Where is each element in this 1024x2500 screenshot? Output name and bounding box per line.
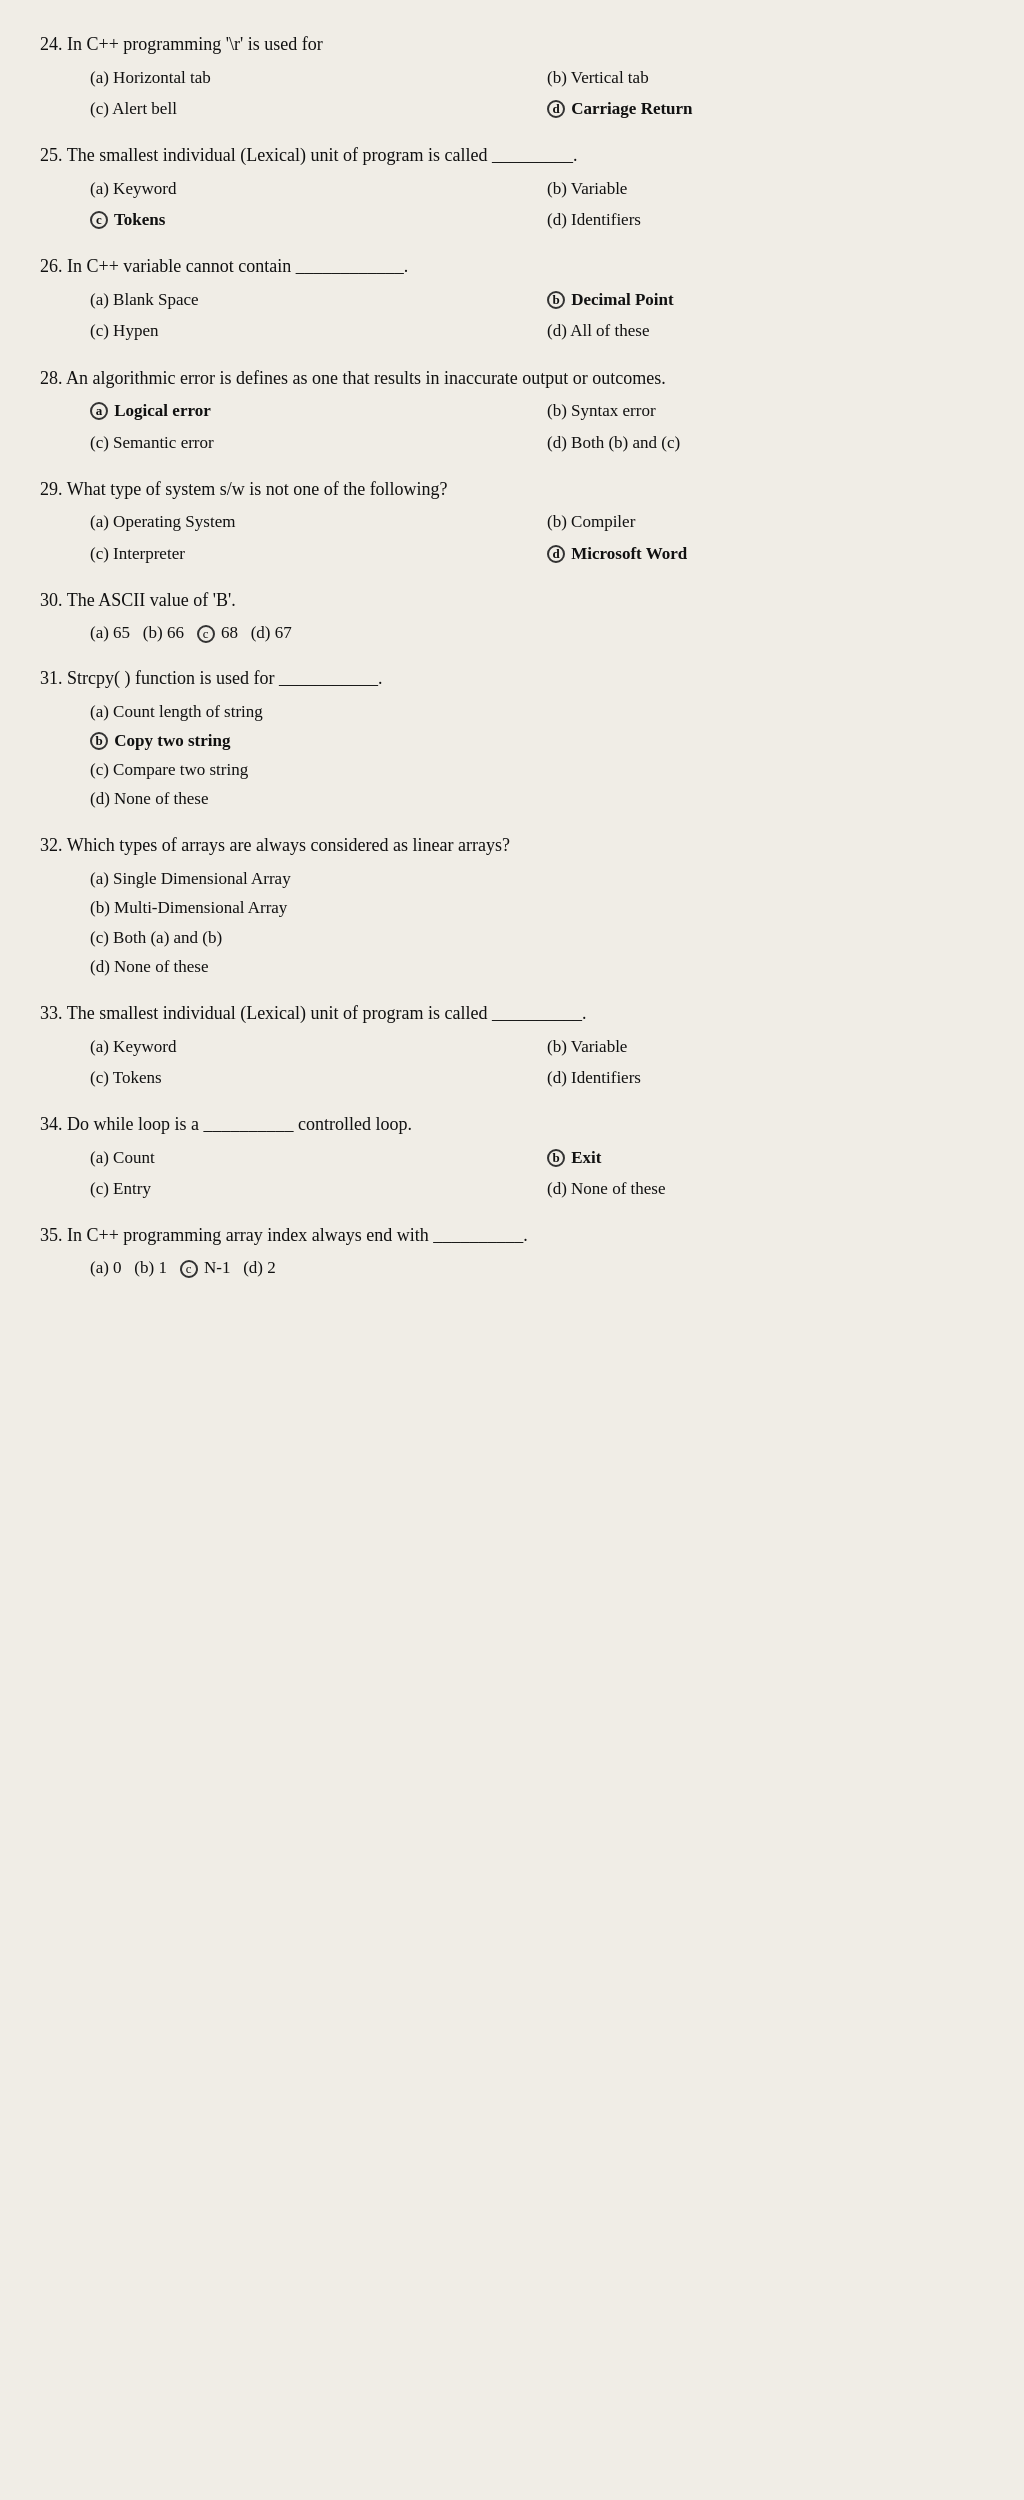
question-text: 25. The smallest individual (Lexical) un… [40,141,984,170]
options-inline: (a) 65 (b) 66 c 68 (d) 67 [90,619,984,646]
option-a[interactable]: (a) Blank Space [90,285,527,314]
question-text: 34. Do while loop is a __________ contro… [40,1110,984,1139]
circle-icon: c [90,211,108,229]
option-b[interactable]: b Exit [547,1143,984,1172]
options-grid: (a) Operating System (b) Compiler (c) Inte… [90,507,984,567]
question-block: 31. Strcpy( ) function is used for _____… [40,664,984,814]
option-c[interactable]: (c) Interpreter [90,539,527,568]
option-b[interactable]: b Decimal Point [547,285,984,314]
option-a[interactable]: a Logical error [90,396,527,425]
question-block: 32. Which types of arrays are always con… [40,831,984,981]
options-list: (a) Single Dimensional Array(b) Multi-Di… [90,864,984,981]
options-grid: a Logical error (b) Syntax error (c) Seman… [90,396,984,456]
option-a[interactable]: (a) Count length of string [90,697,984,726]
circle-icon: a [90,402,108,420]
option-a[interactable]: (a) Keyword [90,174,527,203]
options-grid: (a) Keyword (b) Variable (c) Tokens (d) Ide… [90,1032,984,1092]
question-block: 29. What type of system s/w is not one o… [40,475,984,568]
question-text: 26. In C++ variable cannot contain _____… [40,252,984,281]
option-a[interactable]: (a) Keyword [90,1032,527,1061]
option-a[interactable]: (a) Single Dimensional Array [90,864,984,893]
question-block: 34. Do while loop is a __________ contro… [40,1110,984,1203]
question-text: 32. Which types of arrays are always con… [40,831,984,860]
option-a[interactable]: (a) Count [90,1143,527,1172]
option-d[interactable]: (d) All of these [547,316,984,345]
option-b[interactable]: b Copy two string [90,726,984,755]
option-d[interactable]: d Microsoft Word [547,539,984,568]
options-grid: (a) Count b Exit (c) Entry (d) None of thes… [90,1143,984,1203]
circle-icon: d [547,545,565,563]
question-block: 25. The smallest individual (Lexical) un… [40,141,984,234]
question-block: 35. In C++ programming array index alway… [40,1221,984,1281]
question-block: 28. An algorithmic error is defines as o… [40,364,984,457]
option-c[interactable]: (c) Semantic error [90,428,527,457]
option-d[interactable]: (d) Identifiers [547,205,984,234]
circle-icon: b [90,732,108,750]
option-d[interactable]: (d) None of these [90,952,984,981]
options-grid: (a) Keyword (b) Variable c Tokens (d) Ident… [90,174,984,234]
question-text: 33. The smallest individual (Lexical) un… [40,999,984,1028]
option-c[interactable]: c Tokens [90,205,527,234]
question-text: 24. In C++ programming '\r' is used for [40,30,984,59]
question-text: 35. In C++ programming array index alway… [40,1221,984,1250]
option-b[interactable]: (b) Variable [547,1032,984,1061]
circle-icon: c [180,1260,198,1278]
question-block: 24. In C++ programming '\r' is used for (… [40,30,984,123]
question-text: 31. Strcpy( ) function is used for _____… [40,664,984,693]
option-d[interactable]: (d) Both (b) and (c) [547,428,984,457]
question-block: 26. In C++ variable cannot contain _____… [40,252,984,345]
option-c[interactable]: (c) Entry [90,1174,527,1203]
options-grid: (a) Horizontal tab (b) Vertical tab (c) Al… [90,63,984,123]
option-b[interactable]: (b) Vertical tab [547,63,984,92]
options-inline: (a) 0 (b) 1 c N-1 (d) 2 [90,1254,984,1281]
circle-icon: c [197,625,215,643]
question-text: 28. An algorithmic error is defines as o… [40,364,984,393]
option-b[interactable]: (b) Multi-Dimensional Array [90,893,984,922]
option-c[interactable]: (c) Both (a) and (b) [90,923,984,952]
option-d[interactable]: (d) Identifiers [547,1063,984,1092]
option-b[interactable]: (b) Variable [547,174,984,203]
option-c[interactable]: (c) Alert bell [90,94,527,123]
question-block: 33. The smallest individual (Lexical) un… [40,999,984,1092]
option-b[interactable]: (b) Syntax error [547,396,984,425]
option-a[interactable]: (a) Operating System [90,507,527,536]
circle-icon: d [547,100,565,118]
question-block: 30. The ASCII value of 'B'. (a) 65 (b) 66… [40,586,984,646]
option-d[interactable]: d Carriage Return [547,94,984,123]
option-c[interactable]: (c) Compare two string [90,755,984,784]
option-a[interactable]: (a) Horizontal tab [90,63,527,92]
question-text: 30. The ASCII value of 'B'. [40,586,984,615]
option-d[interactable]: (d) None of these [90,784,984,813]
circle-icon: b [547,1149,565,1167]
circle-icon: b [547,291,565,309]
option-d[interactable]: (d) None of these [547,1174,984,1203]
option-c[interactable]: (c) Hypen [90,316,527,345]
options-grid: (a) Blank Space b Decimal Point (c) Hypen (… [90,285,984,345]
question-text: 29. What type of system s/w is not one o… [40,475,984,504]
options-list: (a) Count length of stringb Copy two str… [90,697,984,814]
option-c[interactable]: (c) Tokens [90,1063,527,1092]
option-b[interactable]: (b) Compiler [547,507,984,536]
